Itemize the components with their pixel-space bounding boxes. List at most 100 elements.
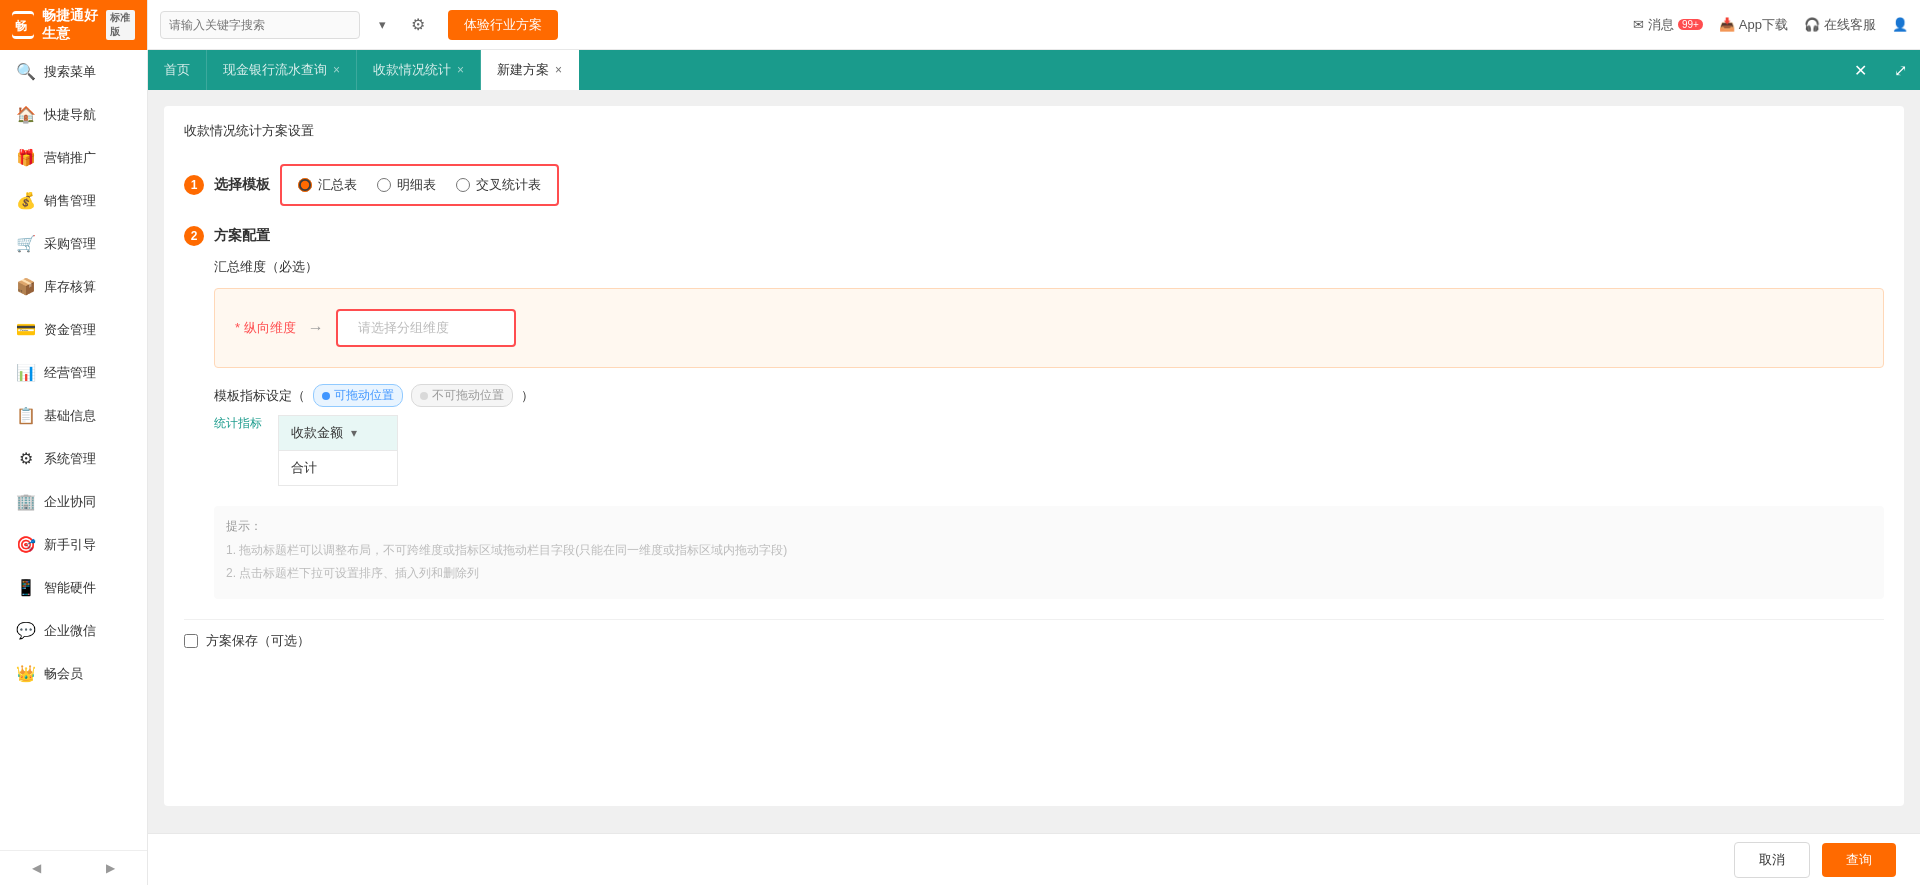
guide-icon: 🎯 [16,535,36,554]
save-plan-label: 方案保存（可选） [206,632,310,650]
step2-section: 2 方案配置 汇总维度（必选） * 纵向维度 → 请选择分组维度 模板指标设定（ [184,226,1884,599]
enterprise-icon: 🏢 [16,492,36,511]
sidebar-label-enterprise: 企业协同 [44,493,96,511]
radio-summary-label: 汇总表 [318,176,357,194]
tab-close-all[interactable]: ✕ [1840,50,1880,90]
finance-icon: 💳 [16,320,36,339]
sidebar-item-operations[interactable]: 📊 经营管理 [0,351,147,394]
metrics-label-suffix: ） [521,387,534,405]
sidebar-footer-right[interactable]: ▶ [74,851,148,885]
message-button[interactable]: ✉ 消息 99+ [1633,16,1703,34]
tips-item-2: 2. 点击标题栏下拉可设置排序、插入列和删除列 [226,564,1872,583]
sidebar-label-purchase: 采购管理 [44,235,96,253]
bottom-action-bar: 取消 查询 [148,833,1920,885]
support-button[interactable]: 🎧 在线客服 [1804,16,1876,34]
sidebar-label-guide: 新手引导 [44,536,96,554]
tab-bank-flow[interactable]: 现金银行流水查询 × [207,50,357,90]
tab-collection-stat[interactable]: 收款情况统计 × [357,50,481,90]
sidebar-item-sales[interactable]: 💰 销售管理 [0,179,147,222]
sidebar-item-guide[interactable]: 🎯 新手引导 [0,523,147,566]
sidebar-label-marketing: 营销推广 [44,149,96,167]
sidebar-item-member[interactable]: 👑 畅会员 [0,652,147,695]
logo-text: 畅捷通好生意 [42,7,102,43]
vertical-dimension-label: * 纵向维度 [235,319,296,337]
trial-button[interactable]: 体验行业方案 [448,10,558,40]
system-icon: ⚙ [16,449,36,468]
sidebar-label-basic-info: 基础信息 [44,407,96,425]
home-icon: 🏠 [16,105,36,124]
sidebar-item-finance[interactable]: 💳 资金管理 [0,308,147,351]
stats-column: 统计指标 [214,415,262,486]
sidebar-item-enterprise[interactable]: 🏢 企业协同 [0,480,147,523]
tab-collection-stat-close[interactable]: × [457,63,464,77]
radio-detail[interactable]: 明细表 [377,176,436,194]
non-draggable-label: 不可拖动位置 [432,387,504,404]
radio-cross-label: 交叉统计表 [476,176,541,194]
message-icon: ✉ [1633,17,1644,32]
sidebar-item-smart-hw[interactable]: 📱 智能硬件 [0,566,147,609]
sidebar-item-quick-nav[interactable]: 🏠 快捷导航 [0,93,147,136]
basic-info-icon: 📋 [16,406,36,425]
radio-summary[interactable]: 汇总表 [298,176,357,194]
sidebar-item-basic-info[interactable]: 📋 基础信息 [0,394,147,437]
sidebar: 畅 畅捷通好生意 标准版 🔍 搜索菜单 🏠 快捷导航 🎁 营销推广 💰 销售管理… [0,0,148,885]
tab-new-plan-close[interactable]: × [555,63,562,77]
query-button[interactable]: 查询 [1822,843,1896,877]
dimension-row: * 纵向维度 → 请选择分组维度 [235,309,1863,347]
search-icon: 🔍 [16,62,36,81]
sidebar-label-finance: 资金管理 [44,321,96,339]
radio-detail-label: 明细表 [397,176,436,194]
radio-summary-input[interactable] [298,178,312,192]
draggable-dot [322,392,330,400]
save-plan-checkbox[interactable] [184,634,198,648]
radio-cross[interactable]: 交叉统计表 [456,176,541,194]
tabbar: 首页 现金银行流水查询 × 收款情况统计 × 新建方案 × ✕ ⤢ [148,50,1920,90]
sidebar-item-system[interactable]: ⚙ 系统管理 [0,437,147,480]
cancel-button[interactable]: 取消 [1734,842,1810,878]
sidebar-footer-left[interactable]: ◀ [0,851,74,885]
operations-icon: 📊 [16,363,36,382]
sidebar-item-inventory[interactable]: 📦 库存核算 [0,265,147,308]
sidebar-label-smart-hw: 智能硬件 [44,579,96,597]
step2-header: 2 方案配置 [184,226,1884,246]
tab-bank-flow-label: 现金银行流水查询 [223,61,327,79]
tab-new-plan[interactable]: 新建方案 × [481,50,579,90]
download-button[interactable]: 📥 App下载 [1719,16,1788,34]
search-input[interactable] [160,11,360,39]
sidebar-label-search: 搜索菜单 [44,63,96,81]
wechat-icon: 💬 [16,621,36,640]
metrics-header[interactable]: 收款金额 ▾ [279,416,397,451]
template-select-box: 汇总表 明细表 交叉统计表 [280,164,559,206]
dimension-select[interactable]: 请选择分组维度 [336,309,516,347]
message-badge: 99+ [1678,19,1703,30]
step2-num: 2 [184,226,204,246]
user-icon: 👤 [1892,17,1908,32]
support-label: 在线客服 [1824,16,1876,34]
radio-detail-input[interactable] [377,178,391,192]
sidebar-item-purchase[interactable]: 🛒 采购管理 [0,222,147,265]
step1-header: 1 选择模板 汇总表 明细表 交叉统计表 [184,164,1884,206]
sidebar-item-wechat[interactable]: 💬 企业微信 [0,609,147,652]
tab-home-label: 首页 [164,61,190,79]
tips-title: 提示： [226,518,1872,535]
column-dropdown-icon[interactable]: ▾ [351,426,357,440]
version-badge: 标准版 [106,10,135,40]
tab-maximize[interactable]: ⤢ [1880,50,1920,90]
tab-collection-stat-label: 收款情况统计 [373,61,451,79]
user-avatar[interactable]: 👤 [1892,17,1908,32]
main-content: 收款情况统计方案设置 1 选择模板 汇总表 明细表 [148,90,1920,885]
search-dropdown-icon[interactable]: ▾ [368,11,396,39]
sidebar-item-marketing[interactable]: 🎁 营销推广 [0,136,147,179]
sidebar-item-search[interactable]: 🔍 搜索菜单 [0,50,147,93]
tab-bank-flow-close[interactable]: × [333,63,340,77]
tips-item-1: 1. 拖动标题栏可以调整布局，不可跨维度或指标区域拖动栏目字段(只能在同一维度或… [226,541,1872,560]
metrics-subtotal-cell: 合计 [279,451,397,485]
sidebar-label-member: 畅会员 [44,665,83,683]
tab-home[interactable]: 首页 [148,50,207,90]
metrics-label: 模板指标设定（ 可拖动位置 不可拖动位置 ） [214,384,1884,407]
sidebar-footer: ◀ ▶ [0,850,147,885]
metrics-section: 模板指标设定（ 可拖动位置 不可拖动位置 ） [214,384,1884,486]
radio-cross-input[interactable] [456,178,470,192]
sidebar-label-quick-nav: 快捷导航 [44,106,96,124]
settings-icon[interactable]: ⚙ [404,11,432,39]
